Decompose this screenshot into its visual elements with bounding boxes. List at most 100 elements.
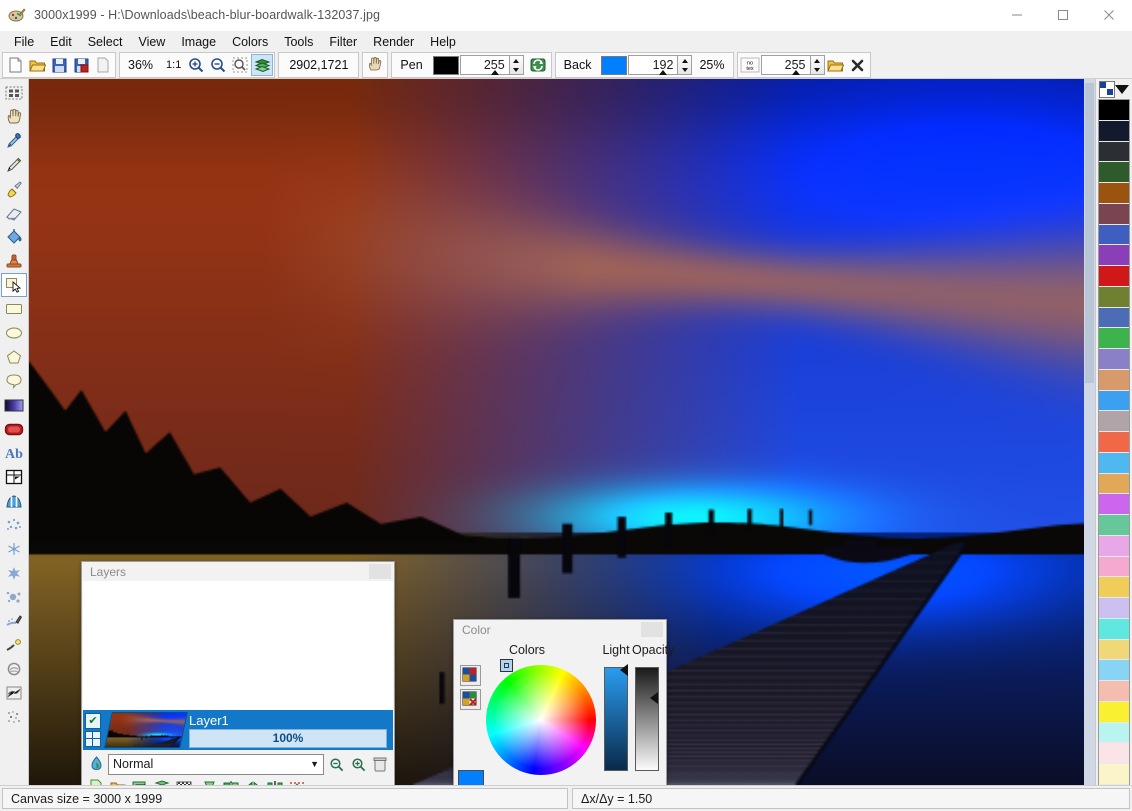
rounded-rect-tool[interactable]	[1, 417, 27, 441]
chevron-down-icon[interactable]: ▼	[310, 759, 319, 769]
palette-swatch[interactable]	[1099, 515, 1129, 536]
hand-pan-tool[interactable]	[1, 105, 27, 129]
maximize-icon[interactable]	[1040, 0, 1086, 30]
crop-layer-icon[interactable]	[287, 778, 307, 785]
palette-grid-icon[interactable]	[1099, 80, 1115, 98]
palette-swatch[interactable]	[1099, 598, 1129, 619]
panel-close-icon[interactable]	[369, 564, 391, 579]
swap-colors-icon[interactable]	[528, 54, 550, 76]
no-texture-icon[interactable]: no tex	[739, 54, 761, 76]
alpha-grid-icon[interactable]	[85, 731, 101, 747]
menu-help[interactable]: Help	[422, 33, 464, 51]
stamp-tool[interactable]	[1, 249, 27, 273]
open-texture-icon[interactable]	[825, 54, 847, 76]
eraser-tool[interactable]	[1, 201, 27, 225]
new-file-icon[interactable]	[4, 54, 26, 76]
snowflake-brush-tool[interactable]	[1, 537, 27, 561]
palette-swatch[interactable]	[1099, 162, 1129, 183]
pen-color-target-icon[interactable]	[460, 665, 481, 686]
layer-mask-icon[interactable]	[174, 778, 194, 785]
layers-toggle-icon[interactable]	[251, 54, 274, 76]
palette-swatch[interactable]	[1099, 390, 1129, 412]
select-move-tool[interactable]	[1, 273, 27, 297]
palette-swatch[interactable]	[1099, 764, 1129, 785]
palette-swatch[interactable]	[1099, 473, 1129, 495]
color-panel[interactable]: Color Colors Light Opacity	[453, 619, 674, 785]
palette-swatch[interactable]	[1099, 411, 1129, 432]
layer-from-selection-icon[interactable]	[199, 778, 219, 785]
polygon-tool[interactable]	[1, 345, 27, 369]
eyedropper-tool[interactable]	[1, 129, 27, 153]
minimize-icon[interactable]	[994, 0, 1040, 30]
pen-alpha-value[interactable]: 255	[459, 55, 509, 75]
menu-view[interactable]: View	[130, 33, 173, 51]
layer-list-item[interactable]: ✔ Layer1 100%	[83, 710, 393, 750]
palette-swatch[interactable]	[1099, 639, 1129, 661]
layer-thumbnail[interactable]	[104, 712, 188, 748]
palette-swatch[interactable]	[1099, 618, 1129, 640]
text-tool[interactable]: Ab	[1, 441, 27, 465]
table-tool[interactable]	[1, 465, 27, 489]
menu-edit[interactable]: Edit	[42, 33, 80, 51]
open-folder-icon[interactable]	[26, 54, 48, 76]
palette-swatch[interactable]	[1099, 286, 1129, 308]
palette-swatch[interactable]	[1099, 701, 1129, 723]
palette-swatch[interactable]	[1099, 266, 1129, 287]
blend-droplet-icon[interactable]	[86, 755, 106, 774]
mirror-icon[interactable]	[265, 778, 285, 785]
rectangle-tool[interactable]	[1, 297, 27, 321]
scrollbar-thumb[interactable]	[1085, 83, 1094, 383]
save-icon[interactable]	[48, 54, 70, 76]
copy-icon[interactable]	[92, 54, 114, 76]
noise-brush-tool[interactable]	[1, 705, 27, 729]
palette-swatch[interactable]	[1099, 307, 1129, 329]
hand-icon[interactable]	[364, 54, 386, 76]
save-all-icon[interactable]	[70, 54, 92, 76]
palette-swatch[interactable]	[1099, 141, 1129, 163]
canvas-vertical-scrollbar[interactable]	[1084, 79, 1095, 785]
palette-swatch[interactable]	[1099, 100, 1129, 121]
new-layer-icon[interactable]	[86, 778, 106, 785]
menu-colors[interactable]: Colors	[224, 33, 276, 51]
open-layer-icon[interactable]	[108, 778, 128, 785]
flip-vertical-icon[interactable]	[243, 778, 263, 785]
layers-panel-header[interactable]: Layers	[82, 562, 394, 581]
spray-particles-tool[interactable]	[1, 513, 27, 537]
opacity-slider-handle[interactable]	[650, 692, 658, 704]
splatter-brush-tool[interactable]	[1, 585, 27, 609]
flatten-icon[interactable]	[309, 778, 329, 786]
zoom-in-icon[interactable]	[185, 54, 207, 76]
zoom-level-label[interactable]: 36%	[121, 58, 162, 72]
art-brush-tool[interactable]	[1, 609, 27, 633]
zoom-in-layer-icon[interactable]	[348, 755, 368, 774]
layer-opacity[interactable]: 100%	[189, 728, 387, 748]
texture-alpha-stepper[interactable]	[809, 55, 825, 75]
lasso-tool[interactable]	[1, 369, 27, 393]
ellipse-tool[interactable]	[1, 321, 27, 345]
palette-swatch[interactable]	[1099, 349, 1129, 370]
menu-image[interactable]: Image	[173, 33, 224, 51]
current-color-swatch[interactable]	[458, 770, 484, 785]
palette-swatch[interactable]	[1099, 203, 1129, 225]
palette-swatch[interactable]	[1099, 494, 1129, 515]
palette-swatch[interactable]	[1099, 328, 1129, 349]
blend-mode-select[interactable]: Normal ▼	[108, 753, 324, 775]
merge-down-icon[interactable]	[152, 778, 172, 785]
visibility-check-icon[interactable]: ✔	[85, 713, 101, 729]
color-panel-header[interactable]: Color	[454, 620, 666, 639]
paint-bucket-tool[interactable]	[1, 225, 27, 249]
layer-name[interactable]: Layer1	[189, 713, 387, 728]
smoke-brush-tool[interactable]	[1, 657, 27, 681]
texture-brush-tool[interactable]	[1, 681, 27, 705]
panel-close-icon[interactable]	[641, 622, 663, 637]
delete-layer-icon[interactable]	[370, 755, 390, 774]
zoom-out-icon[interactable]	[207, 54, 229, 76]
menu-file[interactable]: File	[6, 33, 42, 51]
light-slider-handle[interactable]	[620, 664, 628, 676]
back-color-swatch[interactable]	[601, 55, 628, 75]
perspective-tool[interactable]	[1, 489, 27, 513]
pen-alpha-stepper[interactable]	[508, 55, 524, 75]
palette-swatch[interactable]	[1099, 183, 1129, 204]
one-to-one-button[interactable]: 1:1	[162, 59, 185, 71]
back-color-target-icon[interactable]	[460, 689, 481, 710]
